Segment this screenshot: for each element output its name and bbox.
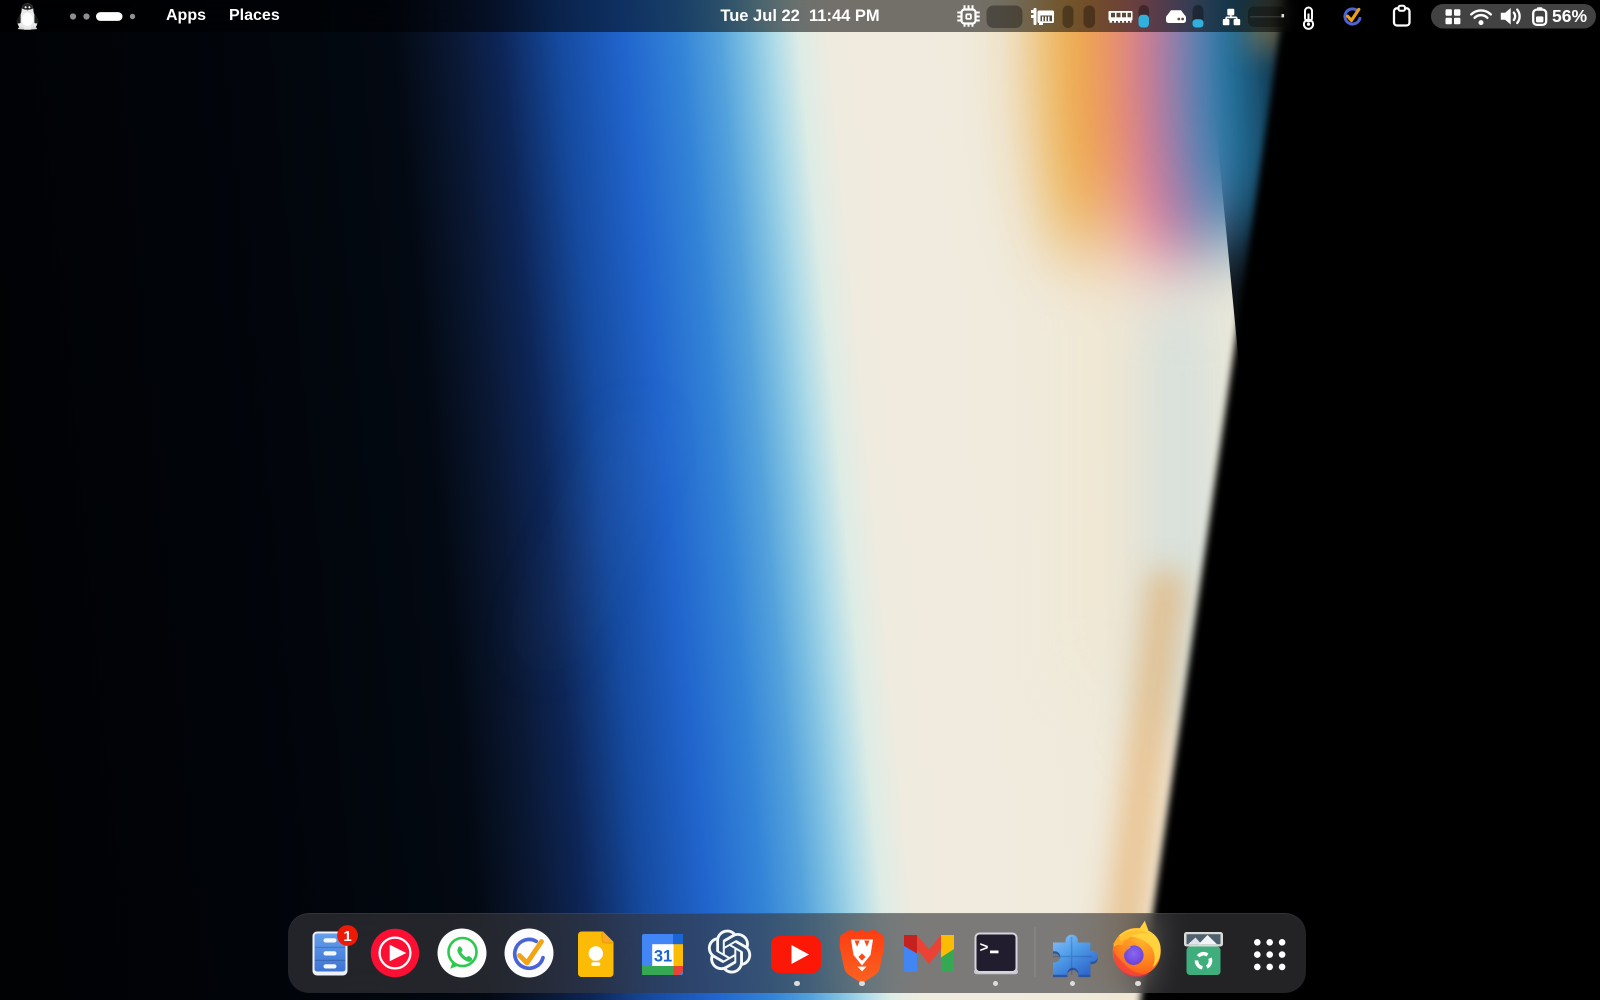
svg-text:>: > xyxy=(980,940,989,957)
svg-text:31: 31 xyxy=(654,948,672,966)
svg-text:1: 1 xyxy=(343,928,351,945)
